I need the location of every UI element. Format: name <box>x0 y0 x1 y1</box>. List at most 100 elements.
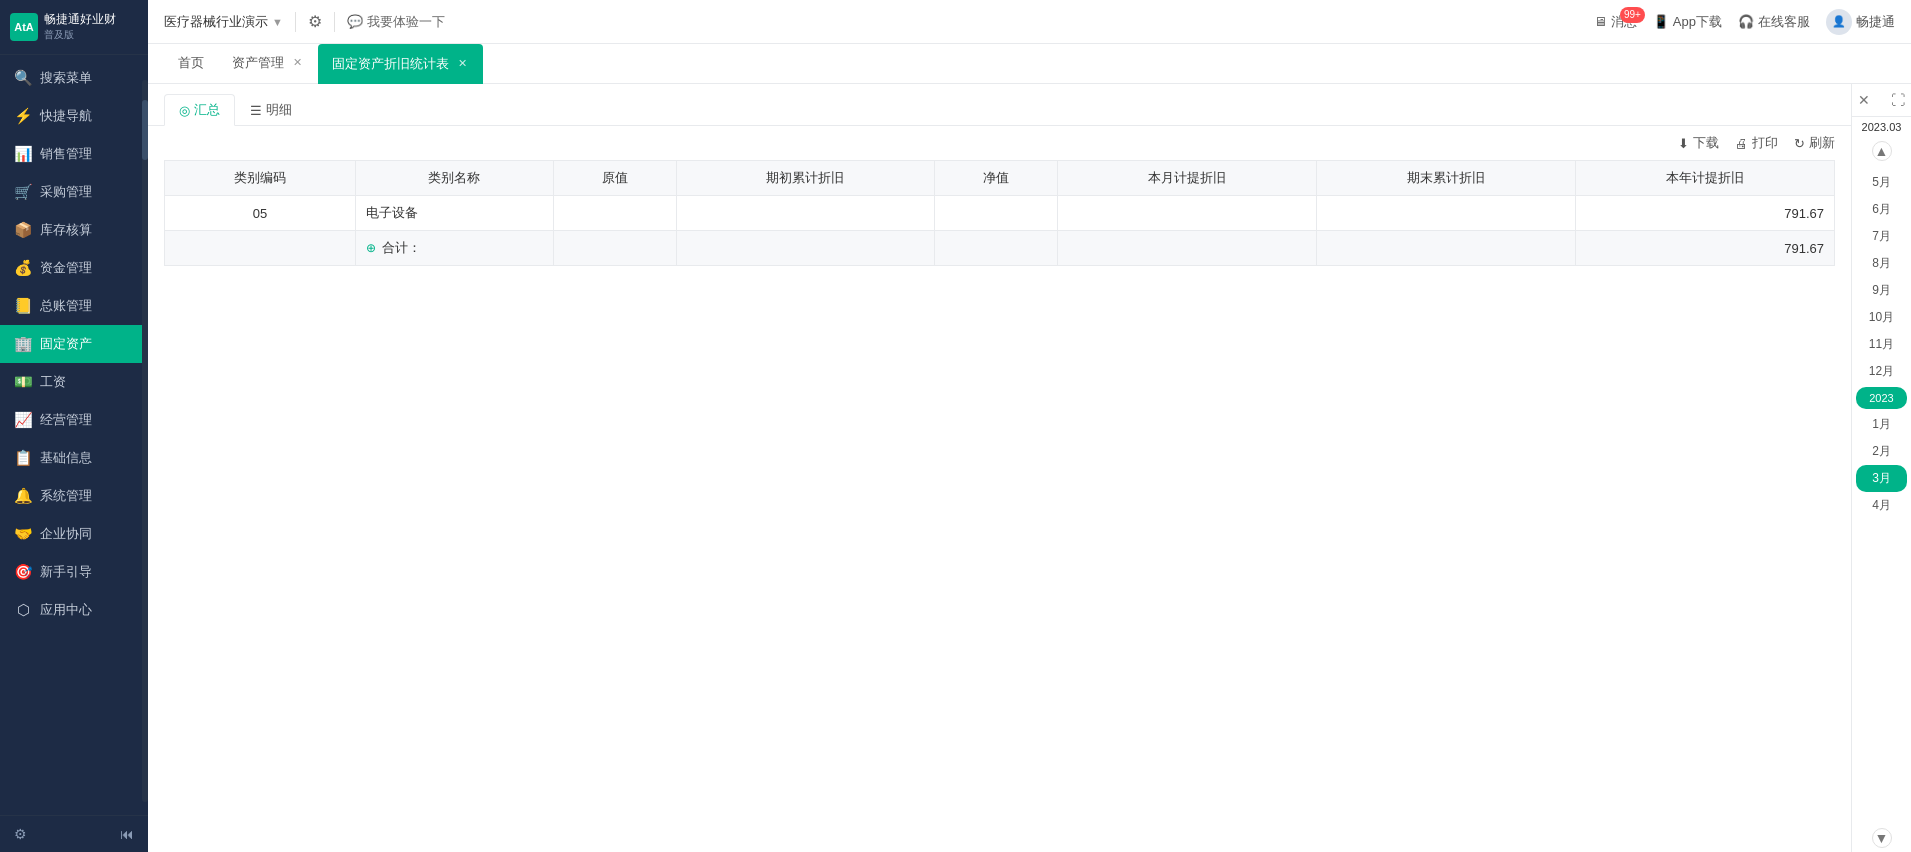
sidebar-item-guide[interactable]: 🎯 新手引导 <box>0 553 148 591</box>
month-item-9[interactable]: 9月 <box>1852 277 1911 304</box>
sum-initial-accum <box>676 231 935 266</box>
tab-depreciation-label: 固定资产折旧统计表 <box>332 55 449 73</box>
sidebar-item-app-center[interactable]: ⬡ 应用中心 <box>0 591 148 629</box>
download-button[interactable]: ⬇ 下载 <box>1678 134 1719 152</box>
month-item-3-active[interactable]: 3月 <box>1856 465 1907 492</box>
settings-icon[interactable]: ⚙ <box>14 826 27 842</box>
download-btn-label: 下载 <box>1693 134 1719 152</box>
ledger-icon: 📒 <box>14 297 32 315</box>
sidebar-item-quick-nav[interactable]: ⚡ 快捷导航 <box>0 97 148 135</box>
sidebar-scrollbar[interactable] <box>142 80 148 802</box>
app-logo-icon: AtA <box>10 13 38 41</box>
month-item-11[interactable]: 11月 <box>1852 331 1911 358</box>
download-button[interactable]: 📱 App下载 <box>1653 13 1722 31</box>
funds-icon: 💰 <box>14 259 32 277</box>
nav-down-arrow[interactable]: ▼ <box>1872 828 1892 848</box>
user-area[interactable]: 👤 畅捷通 <box>1826 9 1895 35</box>
month-list: 5月 6月 7月 8月 9月 10月 11月 12月 2023 1月 2月 3月… <box>1852 165 1911 824</box>
sub-tab-summary[interactable]: ◎ 汇总 <box>164 94 235 126</box>
right-panel-date: 2023.03 <box>1852 117 1911 137</box>
sidebar-footer: ⚙ ⏮ <box>0 815 148 852</box>
sidebar-item-label: 资金管理 <box>40 259 92 277</box>
experience-button[interactable]: 💬 我要体验一下 <box>347 13 445 31</box>
sum-icon: ⊕ <box>366 241 376 255</box>
cell-original <box>553 196 676 231</box>
depreciation-table: 类别编码 类别名称 原值 期初累计折旧 净值 本月计提折旧 期末累计折旧 本年计… <box>164 160 1835 266</box>
topbar-divider2 <box>334 12 335 32</box>
table-row: 05 电子设备 791.67 <box>165 196 1835 231</box>
sidebar-item-purchase[interactable]: 🛒 采购管理 <box>0 173 148 211</box>
month-item-6[interactable]: 6月 <box>1852 196 1911 223</box>
cell-monthly <box>1058 196 1317 231</box>
app-center-icon: ⬡ <box>14 601 32 619</box>
tab-asset-mgmt[interactable]: 资产管理 ✕ <box>218 44 318 84</box>
search-icon: 🔍 <box>14 69 32 87</box>
sidebar-item-label: 工资 <box>40 373 66 391</box>
month-item-4[interactable]: 4月 <box>1852 492 1911 519</box>
experience-label: 我要体验一下 <box>367 13 445 31</box>
experience-icon: 💬 <box>347 14 363 29</box>
sidebar-item-search[interactable]: 🔍 搜索菜单 <box>0 59 148 97</box>
col-initial-accum: 期初累计折旧 <box>676 161 935 196</box>
sidebar-item-label: 总账管理 <box>40 297 92 315</box>
payroll-icon: 💵 <box>14 373 32 391</box>
year-2023-marker[interactable]: 2023 <box>1856 387 1907 409</box>
month-item-8[interactable]: 8月 <box>1852 250 1911 277</box>
right-panel-expand-icon[interactable]: ⛶ <box>1891 92 1905 108</box>
month-item-5[interactable]: 5月 <box>1852 169 1911 196</box>
tab-home[interactable]: 首页 <box>164 44 218 84</box>
sidebar-item-payroll[interactable]: 💵 工资 <box>0 363 148 401</box>
summary-row: ⊕ 合计： 791.67 <box>165 231 1835 266</box>
sidebar-logo: AtA 畅捷通好业财 普及版 <box>0 0 148 55</box>
sidebar-item-fixed-assets[interactable]: 🏢 固定资产 <box>0 325 148 363</box>
tab-depreciation-close[interactable]: ✕ <box>455 57 469 71</box>
guide-icon: 🎯 <box>14 563 32 581</box>
dropdown-arrow-icon: ▼ <box>272 16 283 28</box>
print-button[interactable]: 🖨 打印 <box>1735 134 1778 152</box>
month-item-1[interactable]: 1月 <box>1852 411 1911 438</box>
print-icon: 🖨 <box>1735 136 1748 151</box>
collapse-icon[interactable]: ⏮ <box>120 826 134 842</box>
scrollbar-thumb <box>142 100 148 160</box>
support-button[interactable]: 🎧 在线客服 <box>1738 13 1810 31</box>
company-selector[interactable]: 医疗器械行业演示 ▼ <box>164 13 283 31</box>
message-button[interactable]: 🖥 消息 99+ <box>1594 13 1637 31</box>
fixed-assets-icon: 🏢 <box>14 335 32 353</box>
sidebar-item-basic-info[interactable]: 📋 基础信息 <box>0 439 148 477</box>
sidebar-item-label: 经营管理 <box>40 411 92 429</box>
tab-home-label: 首页 <box>178 54 204 72</box>
month-item-10[interactable]: 10月 <box>1852 304 1911 331</box>
sidebar-item-operations[interactable]: 📈 经营管理 <box>0 401 148 439</box>
support-icon: 🎧 <box>1738 14 1754 29</box>
sidebar-item-label: 销售管理 <box>40 145 92 163</box>
sidebar-item-coop[interactable]: 🤝 企业协同 <box>0 515 148 553</box>
sidebar-item-ledger[interactable]: 📒 总账管理 <box>0 287 148 325</box>
summary-tab-icon: ◎ <box>179 103 190 118</box>
tab-asset-mgmt-close[interactable]: ✕ <box>290 56 304 70</box>
sum-end-accum <box>1317 231 1576 266</box>
sidebar-item-label: 搜索菜单 <box>40 69 92 87</box>
tabbar: 首页 资产管理 ✕ 固定资产折旧统计表 ✕ <box>148 44 1911 84</box>
cell-code: 05 <box>165 196 356 231</box>
tab-depreciation[interactable]: 固定资产折旧统计表 ✕ <box>318 44 483 84</box>
sidebar-item-system[interactable]: 🔔 系统管理 <box>0 477 148 515</box>
right-panel-close-icon[interactable]: ✕ <box>1858 92 1870 108</box>
detail-tab-icon: ☰ <box>250 103 262 118</box>
sub-tab-detail[interactable]: ☰ 明细 <box>235 94 307 126</box>
refresh-button[interactable]: ↻ 刷新 <box>1794 134 1835 152</box>
settings-button[interactable]: ⚙ <box>308 12 322 31</box>
month-item-7[interactable]: 7月 <box>1852 223 1911 250</box>
month-item-12[interactable]: 12月 <box>1852 358 1911 385</box>
basic-info-icon: 📋 <box>14 449 32 467</box>
inventory-icon: 📦 <box>14 221 32 239</box>
support-label: 在线客服 <box>1758 13 1810 31</box>
sidebar-item-funds[interactable]: 💰 资金管理 <box>0 249 148 287</box>
nav-up-arrow[interactable]: ▲ <box>1872 141 1892 161</box>
quick-nav-icon: ⚡ <box>14 107 32 125</box>
sidebar-item-inventory[interactable]: 📦 库存核算 <box>0 211 148 249</box>
content-area: ◎ 汇总 ☰ 明细 ⬇ 下载 🖨 打印 ↻ <box>148 84 1911 852</box>
tab-asset-mgmt-label: 资产管理 <box>232 54 284 72</box>
sidebar-item-sales[interactable]: 📊 销售管理 <box>0 135 148 173</box>
month-item-2[interactable]: 2月 <box>1852 438 1911 465</box>
company-name: 医疗器械行业演示 <box>164 13 268 31</box>
